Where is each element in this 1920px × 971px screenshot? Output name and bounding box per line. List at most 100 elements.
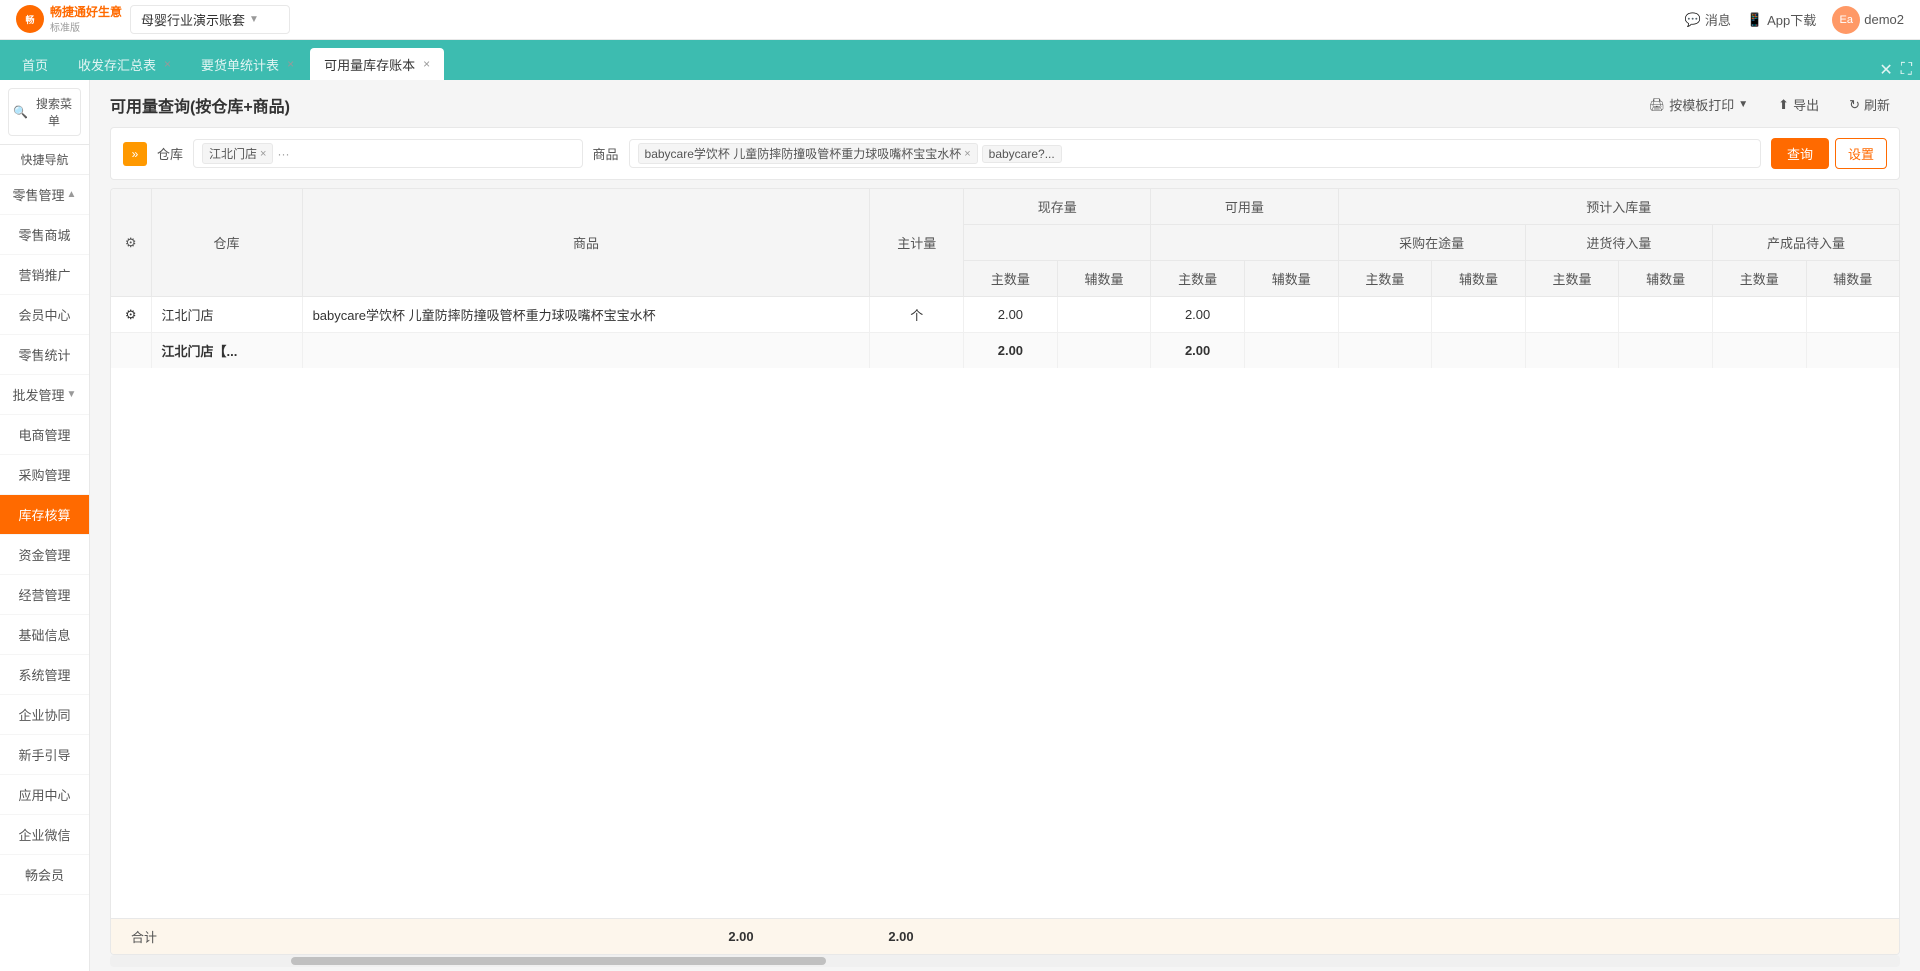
- export-label: 导出: [1793, 95, 1819, 114]
- app-icon: 📱: [1747, 12, 1763, 28]
- tab-home[interactable]: 首页: [8, 48, 62, 80]
- user-profile[interactable]: Ea demo2: [1832, 6, 1904, 34]
- chevron-down-icon: ▼: [249, 14, 259, 25]
- maximize-icon[interactable]: ⛶: [1901, 61, 1912, 79]
- sidebar-item-retail-mgmt[interactable]: 零售管理 ▲: [0, 175, 89, 215]
- cell-gear-1[interactable]: ⚙: [111, 297, 151, 333]
- tab-order-stats-label: 要货单统计表: [201, 55, 279, 74]
- table-footer: 合计 2.00 2.00: [111, 918, 1899, 954]
- sidebar-item-member[interactable]: 畅会员: [0, 855, 89, 895]
- product-tag-2-text: babycare?...: [989, 147, 1055, 161]
- cell-ip-main-1: [1525, 297, 1619, 333]
- content-area: 可用量查询(按仓库+商品) 🖨 按模板打印 ▼ ⬆ 导出 ↻ 刷新: [90, 80, 1920, 971]
- refresh-btn[interactable]: ↻ 刷新: [1839, 90, 1900, 119]
- top-bar-right: 💬 消息 📱 App下载 Ea demo2: [1685, 6, 1904, 34]
- sidebar-item-retail-stats-label: 零售统计: [18, 345, 70, 364]
- tab-order-stats[interactable]: 要货单统计表 ×: [187, 48, 308, 80]
- cell-pp-main-1: [1712, 297, 1806, 333]
- col-planned-header: 预计入库量: [1338, 189, 1899, 225]
- col-ip-aux-header: 辅数量: [1619, 261, 1713, 297]
- col-pt-main-header: 主数量: [1338, 261, 1432, 297]
- sidebar-item-new-guide-label: 新手引导: [18, 745, 70, 764]
- logo-sub: 标准版: [50, 19, 122, 34]
- sidebar-item-app-center[interactable]: 应用中心: [0, 775, 89, 815]
- sidebar-item-basic-info[interactable]: 基础信息: [0, 615, 89, 655]
- org-selector[interactable]: 母婴行业演示账套 ▼: [130, 5, 290, 34]
- query-btn[interactable]: 查询: [1771, 138, 1829, 169]
- sidebar-item-ecommerce[interactable]: 电商管理: [0, 415, 89, 455]
- sidebar-item-wholesale-mgmt[interactable]: 批发管理 ▼: [0, 375, 89, 415]
- sidebar-item-marketing[interactable]: 营销推广: [0, 255, 89, 295]
- sidebar-item-inventory-check-label: 库存核算: [18, 505, 70, 524]
- tab-receive-summary-close[interactable]: ×: [164, 57, 171, 71]
- page-actions: 🖨 按模板打印 ▼ ⬆ 导出 ↻ 刷新: [1639, 90, 1900, 119]
- warehouse-more-dots[interactable]: ···: [277, 147, 289, 161]
- settings-btn[interactable]: 设置: [1835, 138, 1887, 169]
- col-inbound-pending-header: 进货待入量: [1525, 225, 1712, 261]
- sidebar-item-operations-mgmt[interactable]: 经营管理: [0, 575, 89, 615]
- refresh-label: 刷新: [1864, 95, 1890, 114]
- table-row: 江北门店【... 2.00 2.00: [111, 333, 1899, 369]
- chevron-down-icon: ▼: [67, 389, 77, 400]
- warehouse-tag-text: 江北门店: [209, 145, 257, 162]
- filter-right-actions: 查询 设置: [1771, 138, 1887, 169]
- print-btn[interactable]: 🖨 按模板打印 ▼: [1639, 90, 1758, 119]
- warehouse-filter-area[interactable]: 江北门店 × ···: [193, 139, 582, 168]
- tab-order-stats-close[interactable]: ×: [287, 57, 294, 71]
- bottom-scrollbar-thumb[interactable]: [291, 957, 827, 965]
- col-cs-aux-header: 辅数量: [1057, 261, 1151, 297]
- tab-receive-summary-label: 收发存汇总表: [78, 55, 156, 74]
- sidebar-item-wholesale-mgmt-label: 批发管理: [13, 385, 65, 404]
- message-btn[interactable]: 💬 消息: [1685, 10, 1731, 29]
- bottom-scrollbar[interactable]: [110, 955, 1900, 967]
- sidebar-item-ecommerce-label: 电商管理: [18, 425, 70, 444]
- product-tag-1-remove[interactable]: ×: [964, 148, 970, 160]
- close-window-icon[interactable]: ✕: [1879, 60, 1892, 80]
- row-gear-icon[interactable]: ⚙: [125, 307, 137, 322]
- sidebar-item-purchase-mgmt[interactable]: 采购管理: [0, 455, 89, 495]
- logo-area: 畅 畅捷通好生意 标准版: [16, 5, 122, 34]
- app-download-btn[interactable]: 📱 App下载: [1747, 10, 1816, 29]
- gear-icon[interactable]: ⚙: [125, 235, 137, 250]
- sidebar-item-member-center[interactable]: 会员中心: [0, 295, 89, 335]
- col-pp-main-header: 主数量: [1712, 261, 1806, 297]
- product-filter-area[interactable]: babycare学饮杯 儿童防摔防撞吸管杯重力球吸嘴杯宝宝水杯 × babyca…: [629, 139, 1761, 168]
- org-name: 母婴行业演示账套: [141, 10, 245, 29]
- sidebar-item-retail-stats[interactable]: 零售统计: [0, 335, 89, 375]
- double-chevron-icon: »: [132, 147, 139, 161]
- sidebar-item-marketing-label: 营销推广: [18, 265, 70, 284]
- tab-available-inventory-close[interactable]: ×: [423, 57, 430, 71]
- sidebar-search-btn[interactable]: 🔍 搜索菜单: [8, 88, 81, 136]
- sidebar-item-enterprise-collab[interactable]: 企业协同: [0, 695, 89, 735]
- filter-expand-btn[interactable]: »: [123, 142, 147, 166]
- cell-pt-main-2: [1338, 333, 1432, 369]
- export-btn[interactable]: ⬆ 导出: [1768, 90, 1829, 119]
- table-row: ⚙ 江北门店 babycare学饮杯 儿童防摔防撞吸管杯重力球吸嘴杯宝宝水杯 个…: [111, 297, 1899, 333]
- sidebar-item-finance-mgmt-label: 资金管理: [18, 545, 70, 564]
- sidebar-item-finance-mgmt[interactable]: 资金管理: [0, 535, 89, 575]
- quick-nav-btn[interactable]: 快捷导航: [0, 145, 89, 175]
- col-gear: ⚙: [111, 189, 151, 297]
- svg-text:畅: 畅: [25, 14, 34, 25]
- cell-warehouse-1: 江北门店: [151, 297, 302, 333]
- message-icon: 💬: [1685, 12, 1701, 28]
- sidebar-item-inventory-check[interactable]: 库存核算: [0, 495, 89, 535]
- sidebar-item-system-mgmt[interactable]: 系统管理: [0, 655, 89, 695]
- tab-receive-summary[interactable]: 收发存汇总表 ×: [64, 48, 185, 80]
- col-product-header: 商品: [302, 189, 870, 297]
- cell-av-aux-1: [1244, 297, 1338, 333]
- product-tag-1: babycare学饮杯 儿童防摔防撞吸管杯重力球吸嘴杯宝宝水杯 ×: [638, 143, 978, 164]
- footer-label: 合计: [121, 927, 701, 946]
- sidebar-item-new-guide[interactable]: 新手引导: [0, 735, 89, 775]
- cell-ip-main-2: [1525, 333, 1619, 369]
- cell-av-main-2: 2.00: [1151, 333, 1245, 369]
- logo-text-block: 畅捷通好生意 标准版: [50, 5, 122, 34]
- cell-product-1: babycare学饮杯 儿童防摔防撞吸管杯重力球吸嘴杯宝宝水杯: [302, 297, 870, 333]
- cell-product-2: [302, 333, 870, 369]
- col-purchase-transit-header: 采购在途量: [1338, 225, 1525, 261]
- warehouse-tag-remove[interactable]: ×: [260, 148, 266, 160]
- sidebar-item-enterprise-wechat[interactable]: 企业微信: [0, 815, 89, 855]
- product-tag-1-text: babycare学饮杯 儿童防摔防撞吸管杯重力球吸嘴杯宝宝水杯: [645, 145, 962, 162]
- tab-available-inventory[interactable]: 可用量库存账本 ×: [310, 48, 444, 80]
- sidebar-item-retail-mall[interactable]: 零售商城: [0, 215, 89, 255]
